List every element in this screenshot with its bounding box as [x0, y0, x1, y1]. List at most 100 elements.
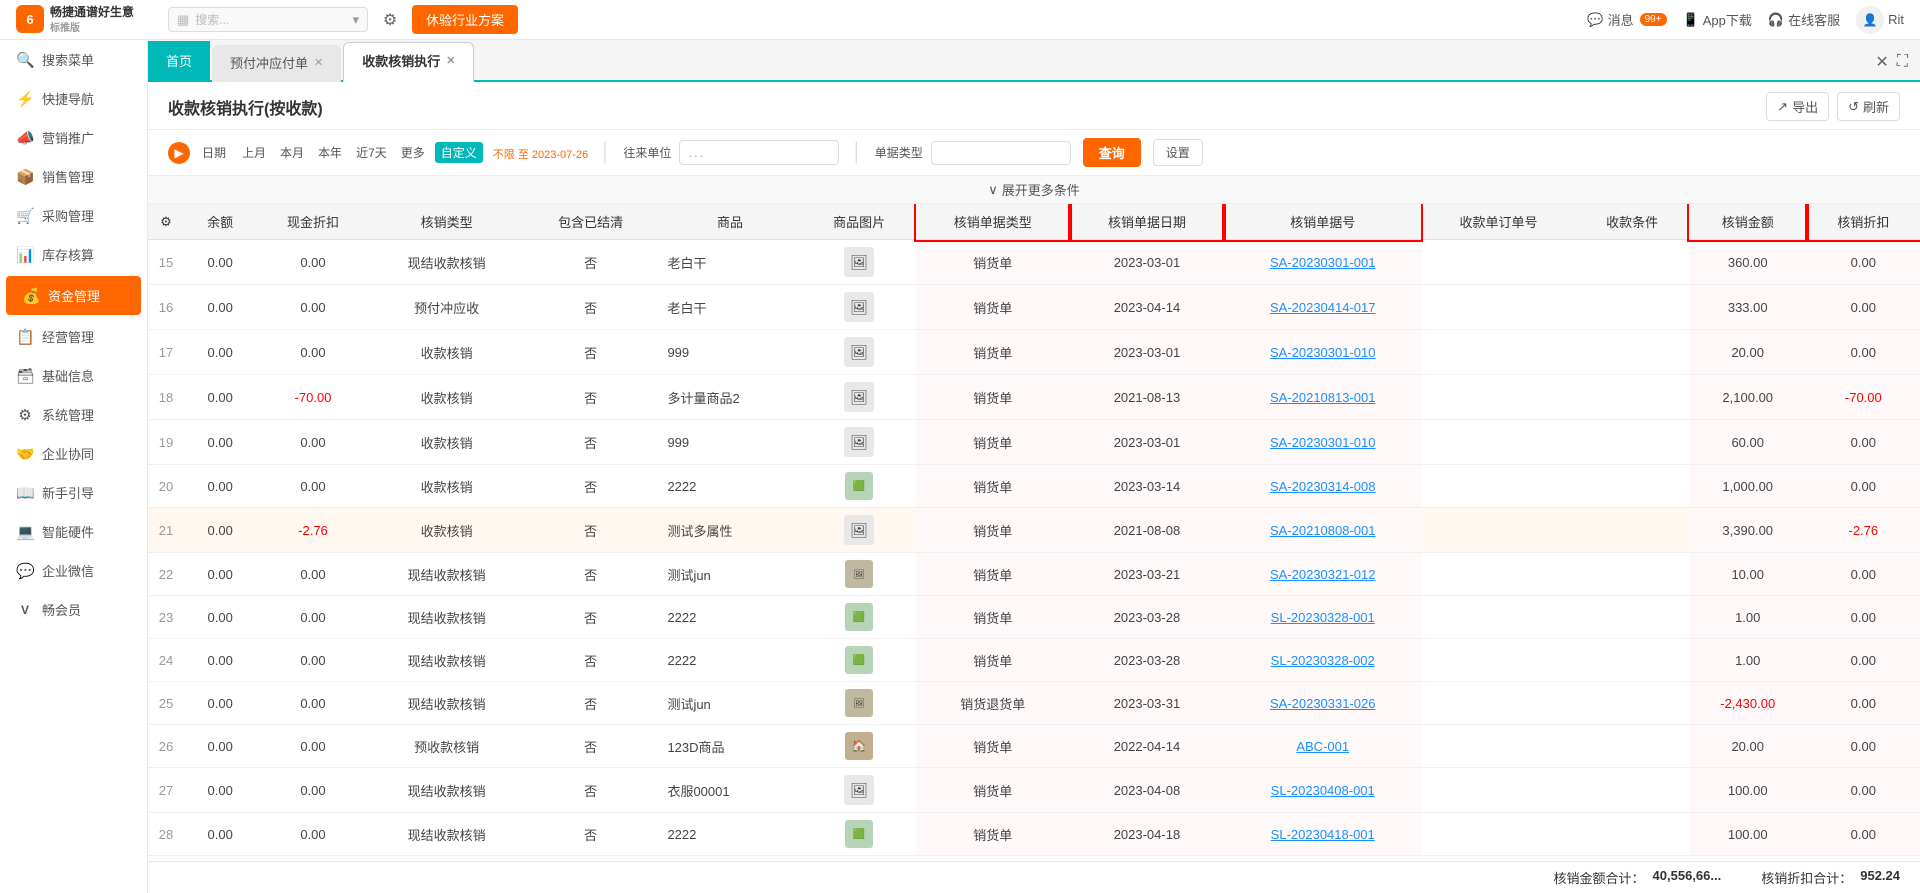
date-btn-last-month[interactable]: 上月: [238, 142, 270, 163]
tab-collection[interactable]: 收款核销执行 ✕: [343, 42, 474, 82]
row-bill-no[interactable]: SA-20210808-001: [1224, 508, 1421, 553]
row-bill-no[interactable]: SL-20230418-001: [1224, 813, 1421, 856]
row-goods: 老白干: [657, 285, 802, 330]
sidebar-item-system[interactable]: ⚙ 系统管理: [0, 395, 147, 434]
sidebar-item-cooperation[interactable]: 🤝 企业协同: [0, 434, 147, 473]
shortcuts-icon: ⚡: [16, 90, 34, 108]
industry-button[interactable]: 休验行业方案: [412, 5, 518, 34]
row-cash-discount: 0.00: [256, 639, 369, 682]
finance-icon: 💰: [22, 287, 40, 305]
table-row: 23 0.00 0.00 现结收款核销 否 2222 🟩 销货单 2023-03…: [148, 596, 1920, 639]
row-condition: [1576, 285, 1689, 330]
col-condition: 收款条件: [1576, 204, 1689, 240]
row-balance: 0.00: [184, 508, 256, 553]
row-bill-no[interactable]: ABC-001: [1224, 725, 1421, 768]
filter-toggle-button[interactable]: ▶: [168, 142, 190, 164]
date-range: 不限 至 2023-07-26: [493, 146, 588, 162]
date-custom-button[interactable]: 自定义: [435, 142, 483, 163]
sidebar-item-marketing[interactable]: 📣 营销推广: [0, 118, 147, 157]
online-service-button[interactable]: 🎧 在线客服: [1768, 10, 1840, 29]
sidebar-item-hardware[interactable]: 💻 智能硬件: [0, 512, 147, 551]
expand-more-button[interactable]: ∨ 展开更多条件: [988, 180, 1080, 199]
row-bill-no[interactable]: SA-20230321-012: [1224, 553, 1421, 596]
row-discount: 0.00: [1807, 285, 1920, 330]
sidebar-item-shortcuts[interactable]: ⚡ 快捷导航: [0, 79, 147, 118]
row-bill-no[interactable]: SA-20230301-010: [1224, 420, 1421, 465]
tab-close-window-button[interactable]: ✕: [1875, 52, 1888, 72]
row-bill-no[interactable]: SA-20230414-017: [1224, 285, 1421, 330]
row-goods: 2222: [657, 639, 802, 682]
row-bill-date: 2023-03-01: [1070, 240, 1224, 285]
main-table: ⚙ 余额 现金折扣 核销类型 包含已结清 商品 商品图片 核销单据类型 核销单据…: [148, 204, 1920, 856]
table-row: 24 0.00 0.00 现结收款核销 否 2222 🟩 销货单 2023-03…: [148, 639, 1920, 682]
sidebar-item-search[interactable]: 🔍 搜索菜单: [0, 40, 147, 79]
col-settings[interactable]: ⚙: [148, 204, 184, 240]
bill-type-select[interactable]: [931, 141, 1071, 165]
row-goods: 2222: [657, 813, 802, 856]
row-bill-type: 销货单: [916, 420, 1070, 465]
sidebar-item-basic[interactable]: 🗃 基础信息: [0, 356, 147, 395]
main-layout: 🔍 搜索菜单 ⚡ 快捷导航 📣 营销推广 📦 销售管理 🛒 采购管理 📊 库存核…: [0, 40, 1920, 893]
row-bill-no[interactable]: SA-20230301-010: [1224, 330, 1421, 375]
search-box[interactable]: ▦ 搜索... ▾: [168, 7, 368, 32]
refresh-button[interactable]: ↺ 刷新: [1837, 92, 1900, 121]
col-bill-date: 核销单据日期: [1070, 204, 1224, 240]
sidebar-item-membership[interactable]: V 畅会员: [0, 590, 147, 629]
query-button[interactable]: 查询: [1083, 138, 1141, 167]
row-bill-no[interactable]: SL-20230408-001: [1224, 768, 1421, 813]
content-area: 首页 预付冲应付单 ✕ 收款核销执行 ✕ ✕ ⛶ 收款核销执行(按收款): [148, 40, 1920, 893]
row-cash-discount: 0.00: [256, 725, 369, 768]
tab-home[interactable]: 首页: [148, 41, 210, 82]
export-button[interactable]: ↗ 导出: [1766, 92, 1829, 121]
sidebar-item-guide[interactable]: 📖 新手引导: [0, 473, 147, 512]
row-balance: 0.00: [184, 285, 256, 330]
sidebar-item-sales[interactable]: 📦 销售管理: [0, 157, 147, 196]
gear-button[interactable]: ⚙: [376, 6, 404, 34]
date-btn-more[interactable]: 更多: [397, 142, 429, 163]
row-bill-no[interactable]: SA-20230301-001: [1224, 240, 1421, 285]
date-btn-this-month[interactable]: 本月: [276, 142, 308, 163]
partner-input[interactable]: ...: [679, 140, 839, 165]
row-bill-no[interactable]: SL-20230328-002: [1224, 639, 1421, 682]
sidebar-item-wechat[interactable]: 💬 企业微信: [0, 551, 147, 590]
row-discount: 0.00: [1807, 420, 1920, 465]
row-condition: [1576, 682, 1689, 725]
row-bill-no[interactable]: SL-20230328-001: [1224, 596, 1421, 639]
date-btn-this-year[interactable]: 本年: [314, 142, 346, 163]
tab-close-collection[interactable]: ✕: [446, 54, 455, 67]
date-btn-7days[interactable]: 近7天: [352, 142, 391, 163]
settings-button[interactable]: 设置: [1153, 139, 1203, 166]
messages-button[interactable]: 💬 消息 99+: [1587, 10, 1666, 29]
basic-icon: 🗃: [16, 367, 34, 385]
sidebar-item-finance[interactable]: 💰 资金管理: [6, 276, 141, 315]
user-info[interactable]: 👤 Rit: [1856, 6, 1904, 34]
row-amount: 60.00: [1689, 420, 1807, 465]
sidebar-item-operation[interactable]: 📋 经营管理: [0, 317, 147, 356]
tab-expand-button[interactable]: ⛶: [1897, 53, 1908, 71]
tab-prepay[interactable]: 预付冲应付单 ✕: [212, 45, 341, 82]
bill-type-filter: 单据类型: [875, 141, 1071, 165]
row-bill-no[interactable]: SA-20230331-026: [1224, 682, 1421, 725]
row-bill-no[interactable]: SA-20210813-001: [1224, 375, 1421, 420]
row-goods: 999: [657, 330, 802, 375]
page-header: 收款核销执行(按收款) ↗ 导出 ↺ 刷新: [148, 82, 1920, 130]
row-amount: 2,100.00: [1689, 375, 1807, 420]
row-condition: [1576, 240, 1689, 285]
sidebar-item-inventory[interactable]: 📊 库存核算: [0, 235, 147, 274]
row-condition: [1576, 465, 1689, 508]
row-condition: [1576, 768, 1689, 813]
row-amount: 10.00: [1689, 553, 1807, 596]
wechat-icon: 💬: [16, 562, 34, 580]
row-balance: 0.00: [184, 768, 256, 813]
row-discount: 0.00: [1807, 725, 1920, 768]
table-container[interactable]: ⚙ 余额 现金折扣 核销类型 包含已结清 商品 商品图片 核销单据类型 核销单据…: [148, 204, 1920, 861]
app-download-button[interactable]: 📱 App下载: [1683, 10, 1752, 29]
tab-close-prepay[interactable]: ✕: [314, 56, 323, 69]
col-discount: 核销折扣: [1807, 204, 1920, 240]
partner-label: 往来单位: [623, 144, 671, 161]
expand-bar: ∨ 展开更多条件: [148, 176, 1920, 204]
row-cash-discount: 0.00: [256, 682, 369, 725]
table-row: 22 0.00 0.00 现结收款核销 否 测试jun 🖼 销货单 2023-0…: [148, 553, 1920, 596]
sidebar-item-purchase[interactable]: 🛒 采购管理: [0, 196, 147, 235]
row-bill-no[interactable]: SA-20230314-008: [1224, 465, 1421, 508]
